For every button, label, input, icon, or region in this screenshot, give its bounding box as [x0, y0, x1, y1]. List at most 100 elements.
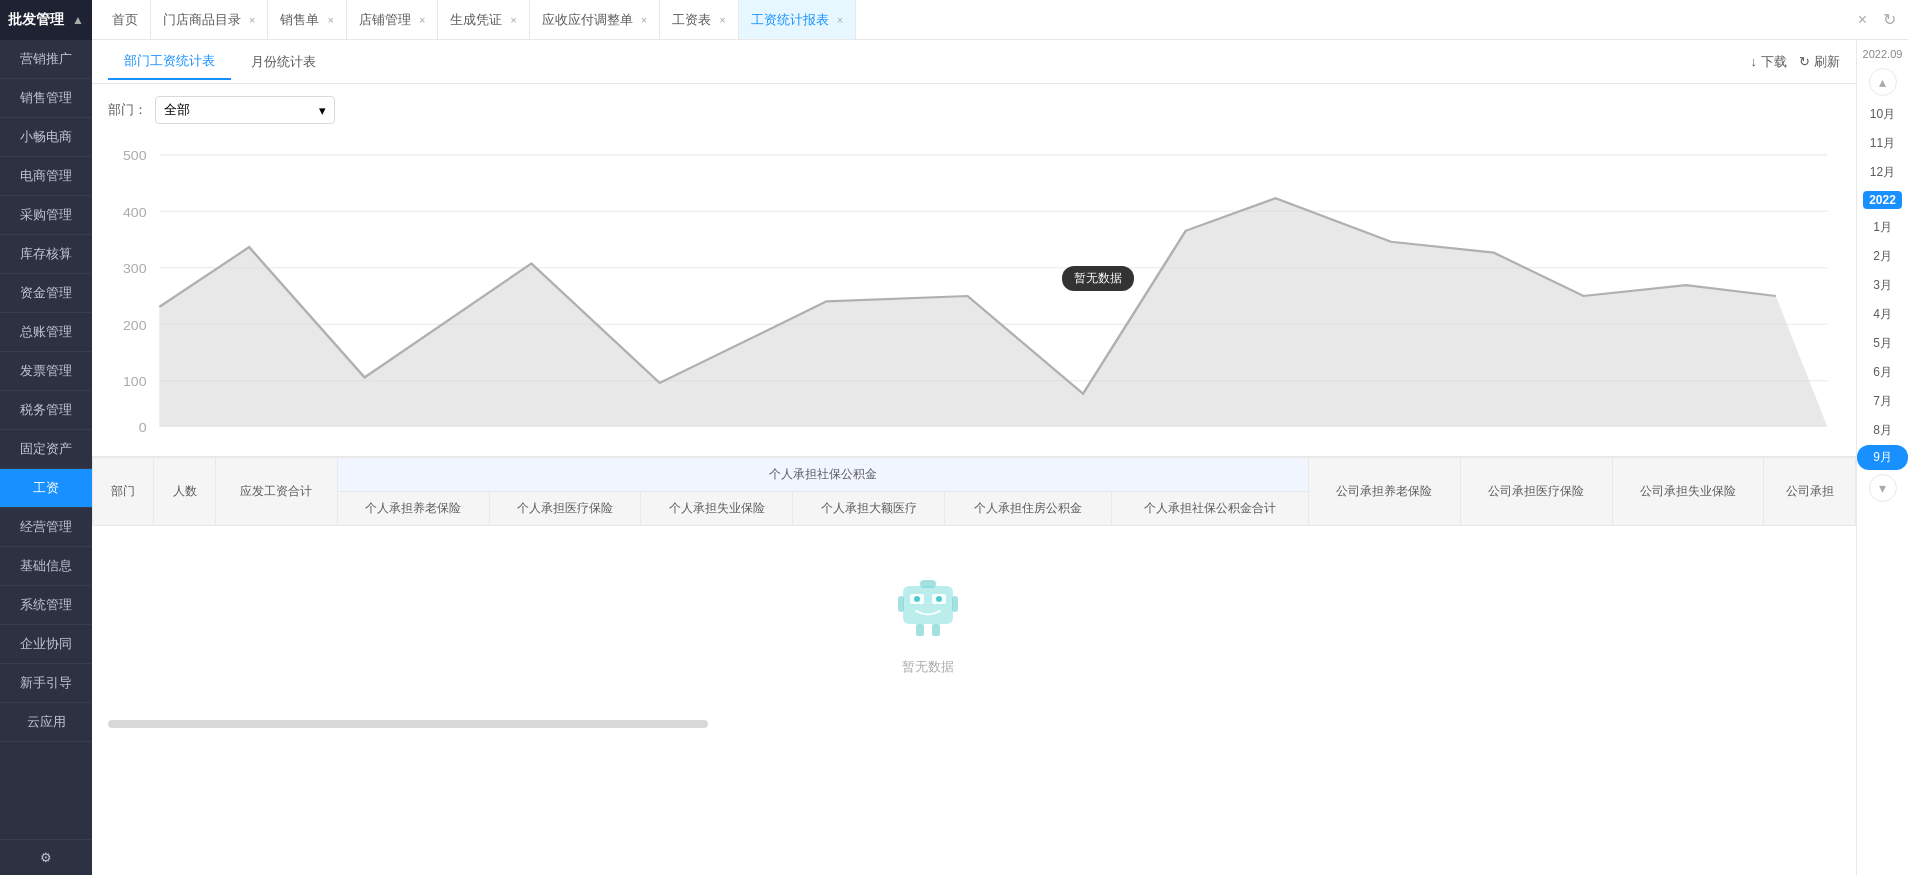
chart-area: 500 400 300 200 100 0: [92, 136, 1856, 456]
salary-table: 部门 人数 应发工资合计 个人承担社保公积金 公司承担养老保险 公司承担医疗保险…: [92, 457, 1856, 716]
tab-close-2[interactable]: ×: [327, 14, 333, 26]
col-personal-unemployment: 个人承担失业保险: [641, 492, 793, 526]
table-horizontal-scrollbar[interactable]: [108, 720, 708, 728]
tab-5[interactable]: 应收应付调整单×: [530, 0, 660, 39]
sidebar-footer-settings[interactable]: ⚙: [0, 839, 92, 875]
sidebar-item-经营管理[interactable]: 经营管理: [0, 508, 92, 547]
sidebar-item-企业协同[interactable]: 企业协同: [0, 625, 92, 664]
timeline-month-4[interactable]: 4月: [1857, 300, 1908, 329]
empty-state: 暂无数据: [93, 526, 1764, 716]
timeline-year-badge: 2022: [1863, 191, 1902, 209]
tab-4[interactable]: 生成凭证×: [438, 0, 529, 39]
timeline-month-9-active[interactable]: 9月: [1857, 445, 1908, 470]
sidebar-collapse-icon[interactable]: ▲: [72, 13, 84, 27]
salary-chart: 500 400 300 200 100 0: [108, 144, 1840, 448]
col-total-salary: 应发工资合计: [215, 458, 337, 526]
sub-tabs-left: 部门工资统计表 月份统计表: [108, 44, 332, 80]
sidebar-item-云应用[interactable]: 云应用: [0, 703, 92, 742]
tab-3[interactable]: 店铺管理×: [347, 0, 438, 39]
col-personal-big-medical: 个人承担大额医疗: [793, 492, 945, 526]
tab-bar: 首页门店商品目录×销售单×店铺管理×生成凭证×应收应付调整单×工资表×工资统计报…: [92, 0, 1908, 40]
timeline-month-10[interactable]: 10月: [1857, 100, 1908, 129]
svg-point-21: [914, 596, 920, 602]
dept-filter-select[interactable]: 全部 ▾: [155, 96, 335, 124]
sidebar-item-新手引导[interactable]: 新手引导: [0, 664, 92, 703]
chevron-down-icon: ▾: [319, 103, 326, 118]
tab-refresh-button[interactable]: ↻: [1879, 6, 1900, 33]
tab-2[interactable]: 销售单×: [268, 0, 346, 39]
svg-rect-18: [916, 624, 924, 636]
sub-tab-bar: 部门工资统计表 月份统计表 ↓ 下载 ↻ 刷新: [92, 40, 1856, 84]
tab-0[interactable]: 首页: [100, 0, 151, 39]
svg-text:500: 500: [123, 149, 147, 163]
col-company-other: 公司承担: [1764, 458, 1856, 526]
download-icon: ↓: [1751, 54, 1758, 69]
timeline-panel: 2022.09 ▴ 10月 11月 12月 2022 1月 2月 3月 4月: [1856, 40, 1908, 875]
tab-close-7[interactable]: ×: [837, 14, 843, 26]
sidebar-item-固定资产[interactable]: 固定资产: [0, 430, 92, 469]
timeline-month-12[interactable]: 12月: [1857, 158, 1908, 187]
content-area: 部门工资统计表 月份统计表 ↓ 下载 ↻ 刷新: [92, 40, 1908, 875]
tab-close-1[interactable]: ×: [249, 14, 255, 26]
col-dept: 部门: [93, 458, 154, 526]
timeline-month-6[interactable]: 6月: [1857, 358, 1908, 387]
sidebar-item-工资[interactable]: 工资: [0, 469, 92, 508]
timeline-month-5[interactable]: 5月: [1857, 329, 1908, 358]
col-personal-total: 个人承担社保公积金合计: [1111, 492, 1308, 526]
dept-filter-label: 部门：: [108, 101, 147, 119]
timeline-month-7[interactable]: 7月: [1857, 387, 1908, 416]
col-personal-housing: 个人承担住房公积金: [944, 492, 1111, 526]
sidebar-item-营销推广[interactable]: 营销推广: [0, 40, 92, 79]
svg-text:0: 0: [139, 421, 147, 435]
svg-rect-19: [932, 624, 940, 636]
sidebar-title: 批发管理: [8, 11, 64, 29]
download-button[interactable]: ↓ 下载: [1751, 53, 1788, 71]
sidebar-item-销售管理[interactable]: 销售管理: [0, 79, 92, 118]
tab-7[interactable]: 工资统计报表×: [739, 0, 856, 39]
sidebar: 批发管理 ▲ 营销推广销售管理小畅电商电商管理采购管理库存核算资金管理总账管理发…: [0, 0, 92, 875]
sidebar-item-电商管理[interactable]: 电商管理: [0, 157, 92, 196]
sidebar-item-税务管理[interactable]: 税务管理: [0, 391, 92, 430]
tab-dept-salary[interactable]: 部门工资统计表: [108, 44, 231, 80]
svg-text:100: 100: [123, 375, 147, 389]
svg-rect-16: [898, 596, 904, 612]
tab-1[interactable]: 门店商品目录×: [151, 0, 268, 39]
sub-tabs-right: ↓ 下载 ↻ 刷新: [1751, 53, 1841, 71]
sidebar-item-小畅电商[interactable]: 小畅电商: [0, 118, 92, 157]
sidebar-item-采购管理[interactable]: 采购管理: [0, 196, 92, 235]
tab-close-all-button[interactable]: ×: [1854, 7, 1871, 33]
svg-marker-12: [159, 198, 1827, 426]
sidebar-header[interactable]: 批发管理 ▲: [0, 0, 92, 40]
tab-close-3[interactable]: ×: [419, 14, 425, 26]
tab-close-4[interactable]: ×: [510, 14, 516, 26]
timeline-month-1[interactable]: 1月: [1857, 213, 1908, 242]
sidebar-item-基础信息[interactable]: 基础信息: [0, 547, 92, 586]
sidebar-item-库存核算[interactable]: 库存核算: [0, 235, 92, 274]
svg-point-22: [936, 596, 942, 602]
svg-text:200: 200: [123, 319, 147, 333]
svg-text:400: 400: [123, 206, 147, 220]
tab-close-5[interactable]: ×: [641, 14, 647, 26]
refresh-button[interactable]: ↻ 刷新: [1799, 53, 1840, 71]
tab-6[interactable]: 工资表×: [660, 0, 738, 39]
gear-icon: ⚙: [40, 850, 52, 865]
timeline-down-button[interactable]: ▾: [1869, 474, 1897, 502]
svg-rect-20: [920, 580, 936, 588]
table-wrapper[interactable]: 部门 人数 应发工资合计 个人承担社保公积金 公司承担养老保险 公司承担医疗保险…: [92, 456, 1856, 875]
col-group-personal: 个人承担社保公积金: [337, 458, 1308, 492]
empty-robot-icon: [888, 566, 968, 646]
sidebar-item-资金管理[interactable]: 资金管理: [0, 274, 92, 313]
sidebar-item-系统管理[interactable]: 系统管理: [0, 586, 92, 625]
tab-month-stat[interactable]: 月份统计表: [235, 44, 332, 80]
timeline-up-button[interactable]: ▴: [1869, 68, 1897, 96]
timeline-month-3[interactable]: 3月: [1857, 271, 1908, 300]
sidebar-item-总账管理[interactable]: 总账管理: [0, 313, 92, 352]
filter-bar: 部门： 全部 ▾: [92, 84, 1856, 136]
col-headcount: 人数: [154, 458, 215, 526]
timeline-month-8[interactable]: 8月: [1857, 416, 1908, 445]
sidebar-item-发票管理[interactable]: 发票管理: [0, 352, 92, 391]
tab-close-6[interactable]: ×: [719, 14, 725, 26]
timeline-month-2[interactable]: 2月: [1857, 242, 1908, 271]
timeline-month-11[interactable]: 11月: [1857, 129, 1908, 158]
col-company-pension: 公司承担养老保险: [1308, 458, 1460, 526]
